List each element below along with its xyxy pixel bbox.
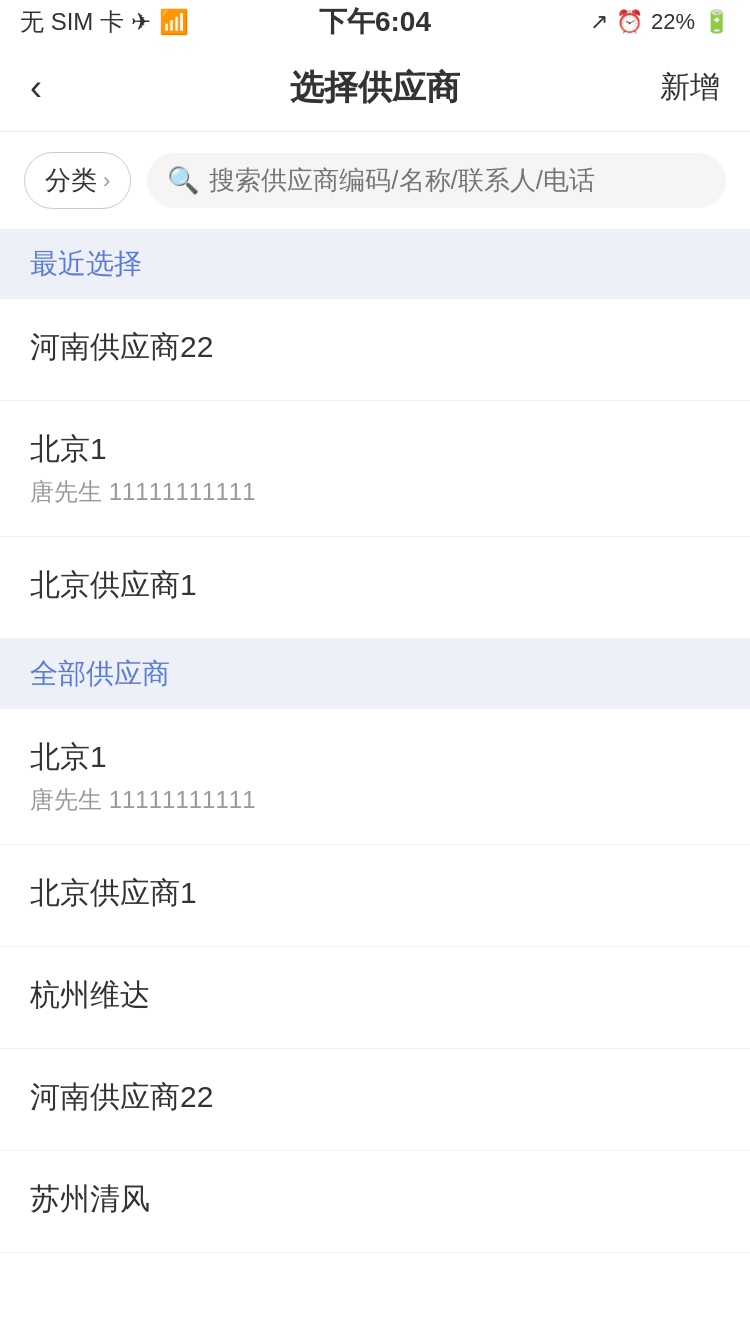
- item-name: 河南供应商22: [30, 327, 720, 368]
- list-item[interactable]: 河南供应商22: [0, 1049, 750, 1151]
- list-item[interactable]: 北京供应商1: [0, 845, 750, 947]
- list-item[interactable]: 苏州清风: [0, 1151, 750, 1253]
- item-sub: 唐先生 11111111111: [30, 784, 720, 816]
- item-sub: 唐先生 11111111111: [30, 476, 720, 508]
- sim-label: 无 SIM 卡 ✈: [20, 6, 151, 38]
- filter-bar: 分类 › 🔍: [0, 132, 750, 229]
- item-name: 北京供应商1: [30, 565, 720, 606]
- page-title: 选择供应商: [290, 65, 460, 111]
- back-button[interactable]: ‹: [30, 67, 90, 109]
- add-button[interactable]: 新增: [660, 67, 720, 108]
- search-box: 🔍: [147, 153, 726, 208]
- status-bar: 无 SIM 卡 ✈ 📶 下午6:04 ↗ ⏰ 22% 🔋: [0, 0, 750, 44]
- list-item[interactable]: 北京1 唐先生 11111111111: [0, 709, 750, 845]
- alarm-icon: ⏰: [616, 9, 643, 35]
- item-name: 北京1: [30, 737, 720, 778]
- all-items-list: 北京1 唐先生 11111111111 北京供应商1 杭州维达河南供应商22 苏州清风: [0, 709, 750, 1253]
- category-button[interactable]: 分类 ›: [24, 152, 131, 209]
- list-item[interactable]: 河南供应商22: [0, 299, 750, 401]
- category-label: 分类: [45, 163, 97, 198]
- chevron-down-icon: ›: [103, 168, 110, 194]
- status-right: ↗ ⏰ 22% 🔋: [590, 9, 730, 35]
- search-icon: 🔍: [167, 165, 199, 196]
- recent-section-header: 最近选择: [0, 229, 750, 299]
- item-name: 杭州维达: [30, 975, 720, 1016]
- list-item[interactable]: 杭州维达: [0, 947, 750, 1049]
- item-name: 苏州清风: [30, 1179, 720, 1220]
- list-item[interactable]: 北京供应商1: [0, 537, 750, 639]
- list-item[interactable]: 北京1 唐先生 11111111111: [0, 401, 750, 537]
- item-name: 河南供应商22: [30, 1077, 720, 1118]
- search-input[interactable]: [209, 165, 706, 196]
- battery-icon: 🔋: [703, 9, 730, 35]
- status-left: 无 SIM 卡 ✈ 📶: [20, 6, 189, 38]
- item-name: 北京1: [30, 429, 720, 470]
- status-time: 下午6:04: [319, 3, 431, 41]
- item-name: 北京供应商1: [30, 873, 720, 914]
- recent-items-list: 河南供应商22 北京1 唐先生 11111111111 北京供应商1: [0, 299, 750, 639]
- nav-bar: ‹ 选择供应商 新增: [0, 44, 750, 132]
- battery-indicator: 22%: [651, 9, 695, 35]
- location-icon: ↗: [590, 9, 608, 35]
- wifi-icon: 📶: [159, 8, 189, 36]
- all-section-header: 全部供应商: [0, 639, 750, 709]
